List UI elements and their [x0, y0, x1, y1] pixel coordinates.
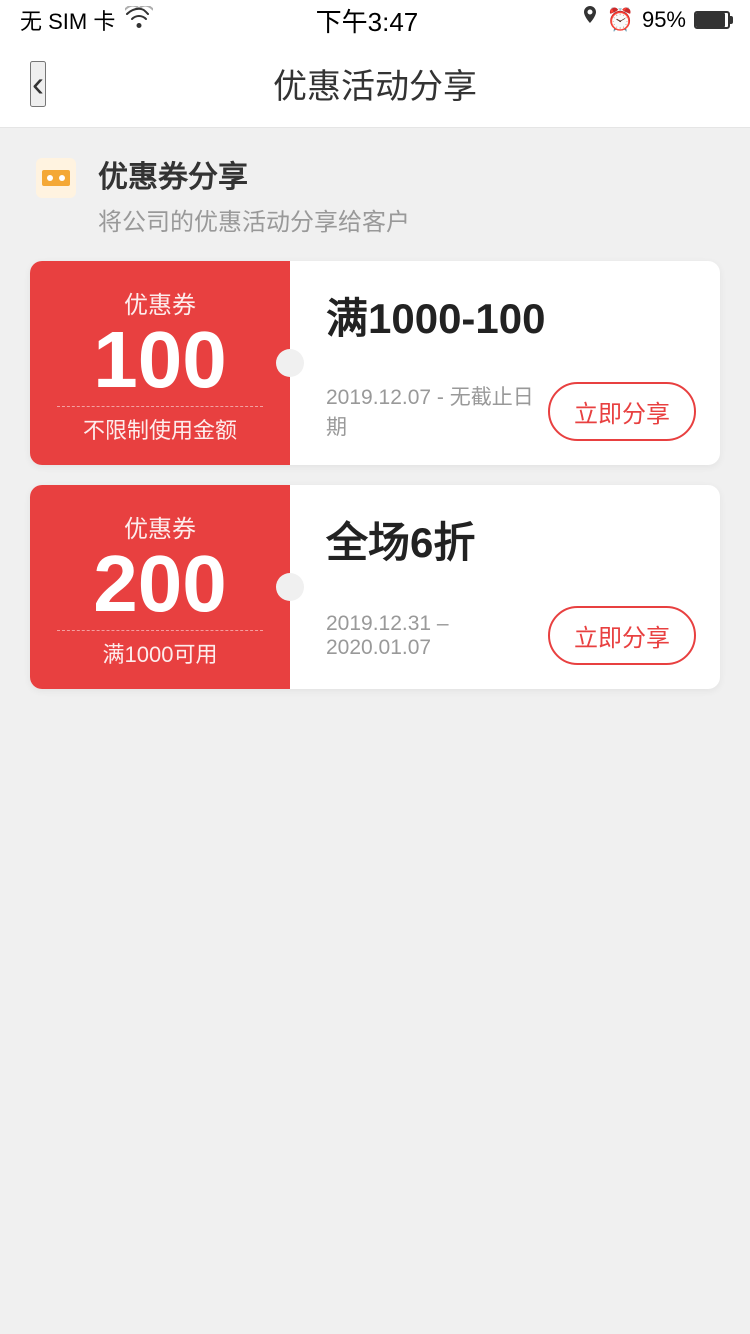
coupon-bottom-1: 2019.12.07 - 无截止日期 立即分享	[326, 381, 696, 441]
coupon-date-2: 2019.12.31 – 2020.01.07	[326, 612, 548, 660]
coupon-right-2: 全场6折 2019.12.31 – 2020.01.07 立即分享	[290, 485, 720, 689]
battery-pct-label: 95%	[642, 7, 686, 33]
carrier-label: 无 SIM 卡	[20, 4, 115, 36]
back-button[interactable]: ‹	[30, 61, 46, 107]
coupon-list: 优惠券 100 不限制使用金额 满1000-100 2019.12.07 - 无…	[0, 253, 750, 719]
coupon-name-1: 满1000-100	[326, 285, 696, 346]
coupon-right-1: 满1000-100 2019.12.07 - 无截止日期 立即分享	[290, 261, 720, 465]
wifi-icon	[125, 6, 153, 34]
alarm-icon: ⏰	[607, 7, 634, 33]
coupon-bottom-2: 2019.12.31 – 2020.01.07 立即分享	[326, 606, 696, 665]
section-title: 优惠券分享	[98, 152, 410, 196]
battery-icon	[694, 11, 730, 29]
section-text: 优惠券分享 将公司的优惠活动分享给客户	[98, 152, 410, 237]
coupon-left-1: 优惠券 100 不限制使用金额	[30, 261, 290, 465]
coupon-card-2: 优惠券 200 满1000可用 全场6折 2019.12.31 – 2020.0…	[30, 485, 720, 689]
share-button-1[interactable]: 立即分享	[548, 382, 696, 441]
coupon-amount-1: 100	[93, 320, 226, 400]
empty-area	[0, 719, 750, 1219]
coupon-name-2: 全场6折	[326, 509, 696, 570]
share-button-2[interactable]: 立即分享	[548, 606, 696, 665]
status-right: ⏰ 95%	[581, 6, 730, 34]
coupon-share-icon	[30, 152, 82, 204]
coupon-date-1: 2019.12.07 - 无截止日期	[326, 381, 548, 441]
location-icon	[581, 6, 599, 34]
coupon-condition-1: 不限制使用金额	[83, 413, 237, 445]
coupon-condition-2: 满1000可用	[103, 637, 218, 669]
nav-title: 优惠活动分享	[273, 59, 477, 108]
coupon-left-2: 优惠券 200 满1000可用	[30, 485, 290, 689]
section-subtitle: 将公司的优惠活动分享给客户	[98, 202, 410, 237]
status-left: 无 SIM 卡	[20, 4, 153, 36]
coupon-amount-2: 200	[93, 544, 226, 624]
status-bar: 无 SIM 卡 下午3:47 ⏰ 95%	[0, 0, 750, 40]
time-label: 下午3:47	[316, 2, 419, 39]
coupon-card: 优惠券 100 不限制使用金额 满1000-100 2019.12.07 - 无…	[30, 261, 720, 465]
nav-bar: ‹ 优惠活动分享	[0, 40, 750, 128]
section-header: 优惠券分享 将公司的优惠活动分享给客户	[0, 128, 750, 253]
